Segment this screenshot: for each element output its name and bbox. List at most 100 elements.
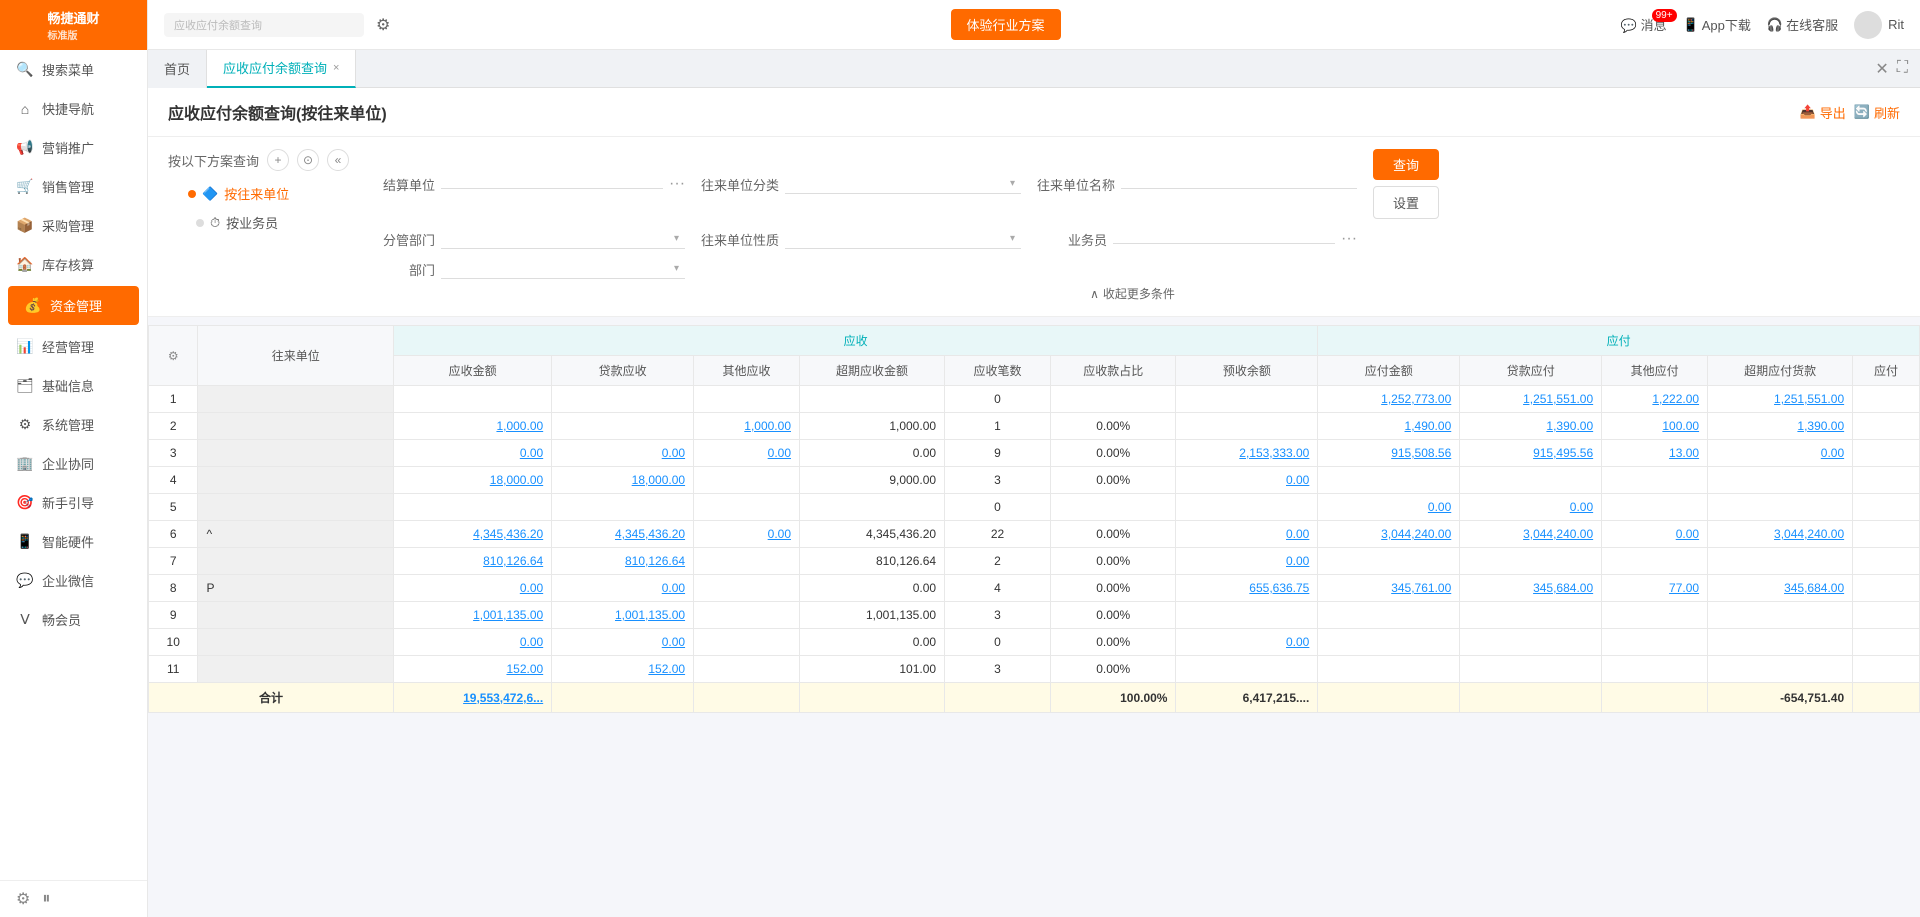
member-icon: Ⅴ [16,611,34,628]
app-download[interactable]: 📱 App下载 [1683,15,1751,34]
collapse-icon-up: ∧ [1090,287,1099,301]
sidebar-item-inventory[interactable]: 🏠 库存核算 [0,245,147,284]
tab-current-label: 应收应付余额查询 [223,58,327,77]
header-right: 💬 消息 99+ 📱 App下载 🎧 在线客服 Rit [1621,11,1904,39]
scheme-item-partner[interactable]: 🔷 按往来单位 [188,181,349,206]
message-icon: 💬 [1621,18,1637,33]
unit-name-input[interactable] [1121,180,1357,189]
sidebar-item-label: 新手引导 [42,493,94,512]
finance-icon: 💰 [24,297,42,314]
collapse-icon[interactable]: ⏸ [42,890,50,908]
footer-label: 合计 [149,683,394,713]
message-count: 99+ [1652,9,1677,22]
tab-controls: ✕ ⛶ [1875,59,1920,79]
page-header: 应收应付余额查询(按往来单位) 📤 导出 🔄 刷新 [148,88,1920,137]
tab-close-window-icon[interactable]: ✕ [1875,59,1888,79]
table-row: 21,000.001,000.001,000.0010.00%1,490.001… [149,413,1920,440]
wechat-icon: 💬 [16,572,34,589]
filter-add-button[interactable]: + [267,149,289,171]
settlement-dots[interactable]: ··· [669,175,685,193]
unit-nature-label: 往来单位性质 [701,230,779,249]
dept-manage-select[interactable]: ▾ [441,229,685,249]
sidebar-item-purchase[interactable]: 📦 采购管理 [0,206,147,245]
salesperson-dots[interactable]: ··· [1341,230,1357,248]
unit-category-label: 往来单位分类 [701,175,779,194]
filter-salesperson: 业务员 ··· [1037,230,1357,249]
data-table: ⚙ 往来单位 应收 应付 应收金额 贷款应收 其他应收 超期应收金额 应收笔数 … [148,325,1920,713]
settlement-input[interactable] [441,180,663,189]
page-actions: 📤 导出 🔄 刷新 [1800,103,1900,122]
gear-icon[interactable]: ⚙ [376,15,390,35]
sidebar-item-sales[interactable]: 🛒 销售管理 [0,167,147,206]
scheme-item-salesperson[interactable]: ⏱ 按业务员 [196,210,349,235]
filter-label: 按以下方案查询 [168,151,259,170]
col-ap-extra: 应付 [1853,356,1920,386]
dept-manage-label: 分管部门 [365,230,435,249]
tab-expand-icon[interactable]: ⛶ [1897,59,1908,79]
partner-col-header: 往来单位 [198,326,394,386]
sidebar-item-search[interactable]: 🔍 搜索菜单 [0,50,147,89]
sidebar-item-guide[interactable]: 🎯 新手引导 [0,483,147,522]
col-ar-overdue: 超期应收金额 [800,356,945,386]
sidebar-item-member[interactable]: Ⅴ 畅会员 [0,600,147,639]
user-info[interactable]: Rit [1854,11,1904,39]
filter-row-1: 结算单位 ··· 往来单位分类 ▾ 往来单位名 [365,149,1900,219]
tab-close-icon[interactable]: × [333,62,339,74]
hardware-icon: 📱 [16,533,34,550]
sidebar-item-marketing[interactable]: 📢 营销推广 [0,128,147,167]
table-row: 101,252,773.001,251,551.001,222.001,251,… [149,386,1920,413]
footer-ar-ratio: 100.00% [1050,683,1175,713]
sidebar-item-label: 资金管理 [50,296,102,315]
export-icon: 📤 [1800,104,1816,120]
settings-col-header[interactable]: ⚙ [149,326,198,386]
table-footer: 合计 19,553,472,6... 100.00% 6,417,215....… [149,683,1920,713]
filter-rows: 结算单位 ··· 往来单位分类 ▾ 往来单位名 [365,149,1900,279]
online-service[interactable]: 🎧 在线客服 [1767,15,1838,34]
col-ar-ratio: 应收款占比 [1050,356,1175,386]
brand-name: 畅捷通财 [47,8,99,27]
sidebar-item-label: 搜索菜单 [42,60,94,79]
filter-circle-button[interactable]: ⊙ [297,149,319,171]
dept-select[interactable]: ▾ [441,259,685,279]
message-badge[interactable]: 💬 消息 99+ [1621,15,1667,34]
sales-icon: 🛒 [16,178,34,195]
sidebar-item-management[interactable]: 📊 经营管理 [0,327,147,366]
header-center: 体验行业方案 [402,9,1608,40]
collapse-more-btn[interactable]: ∧ 收起更多条件 [365,279,1900,304]
sidebar-logo: 畅捷通财 标准版 [0,0,147,50]
filter-row-2: 分管部门 ▾ 往来单位性质 ▾ [365,229,1900,249]
sidebar-item-system[interactable]: ⚙ 系统管理 [0,405,147,444]
col-ar-count: 应收笔数 [945,356,1051,386]
scheme-list: 🔷 按往来单位 ⏱ 按业务员 [188,181,349,235]
tab-home[interactable]: 首页 [148,50,207,88]
sidebar-item-label: 畅会员 [42,610,81,629]
filter-settlement: 结算单位 ··· [365,175,685,194]
sidebar-item-base[interactable]: 🗂 基础信息 [0,366,147,405]
scheme-dot-2 [196,219,204,227]
tab-current[interactable]: 应收应付余额查询 × [207,50,356,88]
salesperson-input[interactable] [1113,235,1335,244]
table-row: 500.000.00 [149,494,1920,521]
sidebar-item-enterprise[interactable]: 🏢 企业协同 [0,444,147,483]
query-button[interactable]: 查询 [1373,149,1439,180]
breadcrumb: 应收应付余额查询 [164,13,364,37]
filter-dept: 部门 ▾ [365,259,685,279]
unit-nature-select[interactable]: ▾ [785,229,1021,249]
sidebar-item-hardware[interactable]: 📱 智能硬件 [0,522,147,561]
sidebar-item-quick[interactable]: ⌂ 快捷导航 [0,89,147,128]
col-ar-prepaid: 预收余额 [1176,356,1318,386]
table-row: 418,000.0018,000.009,000.0030.00%0.00 [149,467,1920,494]
settings-bottom-icon[interactable]: ⚙ [16,889,30,909]
unit-category-select[interactable]: ▾ [785,174,1021,194]
filter-collapse-button[interactable]: « [327,149,349,171]
refresh-button[interactable]: 🔄 刷新 [1854,103,1900,122]
filter-dept-manage: 分管部门 ▾ [365,229,685,249]
sidebar-item-label: 经营管理 [42,337,94,356]
col-ap-loan: 贷款应付 [1460,356,1602,386]
sidebar-item-finance[interactable]: 💰 资金管理 [8,286,139,325]
settings-button[interactable]: 设置 [1373,186,1439,219]
export-button[interactable]: 📤 导出 [1800,103,1846,122]
sidebar-item-wechat[interactable]: 💬 企业微信 [0,561,147,600]
table-row: 7810,126.64810,126.64810,126.6420.00%0.0… [149,548,1920,575]
solution-button[interactable]: 体验行业方案 [951,9,1061,40]
